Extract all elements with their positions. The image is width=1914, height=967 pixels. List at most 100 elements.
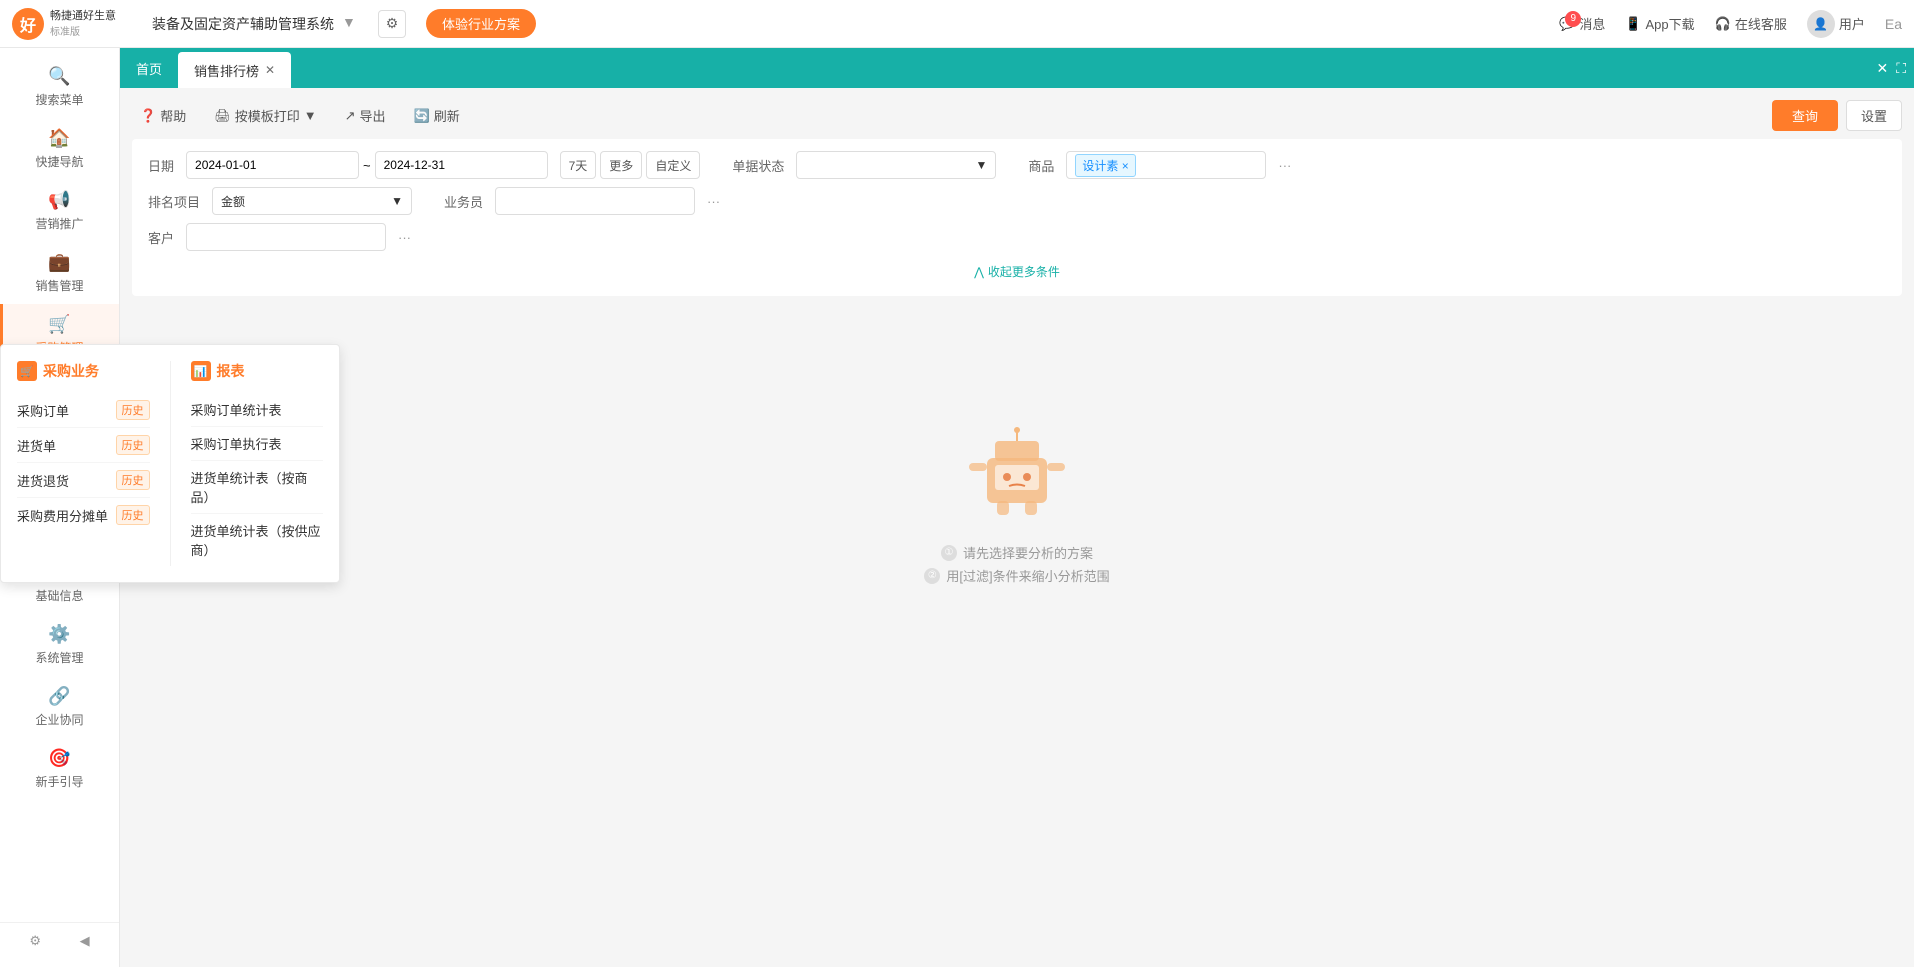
menu-item-purchase-order[interactable]: 采购订单 历史 bbox=[17, 393, 150, 428]
salesperson-more-btn[interactable]: ··· bbox=[707, 194, 720, 209]
sidebar-item-guide-label: 新手引导 bbox=[35, 773, 83, 790]
user-label: 用户 bbox=[1839, 14, 1865, 33]
filter-row-2: 排名项目 金额 ▼ 业务员 ··· bbox=[148, 187, 1886, 215]
export-icon: ↗ bbox=[345, 108, 356, 124]
sidebar-collapse-icon[interactable]: ◀ bbox=[80, 933, 90, 949]
sidebar-item-search[interactable]: 🔍 搜索菜单 bbox=[0, 56, 119, 118]
menu-item-order-stats[interactable]: 采购订单统计表 bbox=[191, 393, 324, 427]
quick-date-buttons: 7天 更多 自定义 bbox=[560, 151, 701, 179]
quick-custom-btn[interactable]: 自定义 bbox=[646, 151, 700, 179]
print-btn[interactable]: 🖨 按模板打印 ▼ bbox=[206, 102, 324, 129]
tab-bar: 首页 销售排行榜 ✕ ✕ ⛶ bbox=[120, 48, 1914, 88]
header-right: 💬 9 消息 📱 App下载 🎧 在线客服 👤 用户 Ea bbox=[1559, 10, 1902, 38]
online-service-label: 在线客服 bbox=[1735, 14, 1787, 33]
sidebar-item-search-label: 搜索菜单 bbox=[35, 91, 83, 108]
tab-close-icon[interactable]: ✕ bbox=[265, 63, 275, 77]
sidebar-footer: ⚙ ◀ bbox=[0, 922, 119, 959]
history-tag-0: 历史 bbox=[116, 400, 150, 420]
customer-label: 客户 bbox=[148, 228, 174, 247]
sidebar-item-enterprise[interactable]: 🔗 企业协同 bbox=[0, 676, 119, 738]
sidebar-item-quick-nav[interactable]: 🏠 快捷导航 bbox=[0, 118, 119, 180]
sidebar-item-system[interactable]: ⚙️ 系统管理 bbox=[0, 614, 119, 676]
purchase-report-title: 📊 报表 bbox=[191, 361, 324, 381]
date-range: ~ bbox=[186, 151, 548, 179]
refresh-btn[interactable]: 🔄 刷新 bbox=[406, 102, 468, 129]
document-status-select[interactable]: ▼ bbox=[796, 151, 996, 179]
sidebar-item-enterprise-label: 企业协同 bbox=[35, 711, 83, 728]
online-service-btn[interactable]: 🎧 在线客服 bbox=[1715, 14, 1787, 33]
empty-illustration bbox=[957, 423, 1077, 523]
goods-input[interactable]: 设计素 × bbox=[1066, 151, 1266, 179]
purchase-business-icon: 🛒 bbox=[17, 361, 37, 381]
customer-more-btn[interactable]: ··· bbox=[398, 230, 411, 245]
link-icon: 🔗 bbox=[48, 686, 70, 707]
menu-item-incoming-stats-supplier[interactable]: 进货单统计表（按供应商） bbox=[191, 514, 324, 566]
date-separator: ~ bbox=[363, 158, 371, 173]
settings-gear-button[interactable]: ⚙ bbox=[378, 10, 406, 38]
goods-tag: 设计素 × bbox=[1075, 154, 1135, 177]
rank-select[interactable]: 金额 ▼ bbox=[212, 187, 412, 215]
empty-hint-1: ① 请先选择要分析的方案 bbox=[941, 543, 1093, 562]
toolbar-right: 查询 设置 bbox=[1772, 100, 1902, 131]
collapse-label: 收起更多条件 bbox=[988, 263, 1060, 280]
cart-icon: 🛒 bbox=[48, 314, 70, 335]
message-count-badge: 9 bbox=[1565, 11, 1581, 27]
system-dropdown-icon[interactable]: ▼ bbox=[342, 14, 362, 34]
message-btn[interactable]: 💬 9 消息 bbox=[1559, 14, 1605, 33]
top-header: 好 畅捷通好生意 标准版 装备及固定资产辅助管理系统 ▼ ⚙ 体验行业方案 💬 … bbox=[0, 0, 1914, 48]
salesperson-input[interactable] bbox=[495, 187, 695, 215]
menu-item-incoming-stats-goods[interactable]: 进货单统计表（按商品） bbox=[191, 461, 324, 514]
avatar: 👤 bbox=[1807, 10, 1835, 38]
app-name: 畅捷通好生意 bbox=[50, 9, 116, 23]
sidebar-item-marketing[interactable]: 📢 营销推广 bbox=[0, 180, 119, 242]
trial-button[interactable]: 体验行业方案 bbox=[426, 9, 536, 38]
detection-text-area: Ea bbox=[1885, 16, 1902, 32]
document-status-label: 单据状态 bbox=[732, 156, 784, 175]
menu-item-purchase-expense[interactable]: 采购费用分摊单 历史 bbox=[17, 498, 150, 532]
help-btn[interactable]: ❓ 帮助 bbox=[132, 102, 194, 129]
date-start-input[interactable] bbox=[186, 151, 359, 179]
tab-maximize-btn[interactable]: ⛶ bbox=[1896, 60, 1906, 77]
customer-input[interactable] bbox=[186, 223, 386, 251]
user-btn[interactable]: 👤 用户 bbox=[1807, 10, 1865, 38]
menu-item-purchase-incoming[interactable]: 进货单 历史 bbox=[17, 428, 150, 463]
tab-home-label: 首页 bbox=[136, 59, 162, 78]
app-download-btn[interactable]: 📱 App下载 bbox=[1625, 14, 1694, 33]
quick-7days-btn[interactable]: 7天 bbox=[560, 151, 597, 179]
search-icon: 🔍 bbox=[48, 66, 70, 87]
tab-home[interactable]: 首页 bbox=[120, 48, 178, 88]
menu-item-purchase-return[interactable]: 进货退货 历史 bbox=[17, 463, 150, 498]
empty-hint-2: ② 用[过滤]条件来缩小分析范围 bbox=[924, 566, 1109, 585]
sidebar-settings-icon[interactable]: ⚙ bbox=[29, 933, 41, 949]
sidebar-item-sales[interactable]: 💼 销售管理 bbox=[0, 242, 119, 304]
date-end-input[interactable] bbox=[375, 151, 548, 179]
tab-sales-ranking-label: 销售排行榜 bbox=[194, 61, 259, 80]
avatar-icon: 👤 bbox=[1813, 17, 1828, 31]
collapse-button[interactable]: ⋀ 收起更多条件 bbox=[970, 259, 1064, 284]
message-label: 消息 bbox=[1579, 14, 1605, 33]
purchase-dropdown-menu: 🛒 采购业务 采购订单 历史 进货单 历史 进货退货 历史 bbox=[0, 344, 340, 583]
rank-dropdown-icon: ▼ bbox=[391, 194, 403, 208]
step-num-1: ① bbox=[941, 545, 957, 561]
sidebar-item-purchase[interactable]: 🛒 采购管理 🛒 采购业务 采购订单 历史 进货单 历史 bbox=[0, 304, 119, 366]
rank-value: 金额 bbox=[221, 193, 387, 210]
query-button[interactable]: 查询 bbox=[1772, 100, 1838, 131]
export-btn[interactable]: ↗ 导出 bbox=[337, 102, 394, 129]
purchase-business-col: 🛒 采购业务 采购订单 历史 进货单 历史 进货退货 历史 bbox=[17, 361, 150, 566]
guide-icon: 🎯 bbox=[48, 748, 70, 769]
menu-item-order-exec[interactable]: 采购订单执行表 bbox=[191, 427, 324, 461]
history-tag-3: 历史 bbox=[116, 505, 150, 525]
collapse-icon: ⋀ bbox=[974, 265, 984, 279]
app-download-label: App下载 bbox=[1646, 14, 1695, 33]
sidebar-item-system-label: 系统管理 bbox=[35, 649, 83, 666]
purchase-report-icon: 📊 bbox=[191, 361, 211, 381]
goods-more-btn[interactable]: ··· bbox=[1278, 158, 1291, 173]
tab-close-window-btn[interactable]: ✕ bbox=[1876, 60, 1888, 77]
detection-text: Ea bbox=[1885, 16, 1902, 32]
filter-settings-button[interactable]: 设置 bbox=[1846, 100, 1902, 131]
logo-text-block: 畅捷通好生意 标准版 bbox=[50, 9, 116, 38]
tab-sales-ranking[interactable]: 销售排行榜 ✕ bbox=[178, 52, 291, 88]
quick-more-btn[interactable]: 更多 bbox=[600, 151, 642, 179]
sidebar-item-guide[interactable]: 🎯 新手引导 bbox=[0, 738, 119, 800]
filter-row-3: 客户 ··· bbox=[148, 223, 1886, 251]
